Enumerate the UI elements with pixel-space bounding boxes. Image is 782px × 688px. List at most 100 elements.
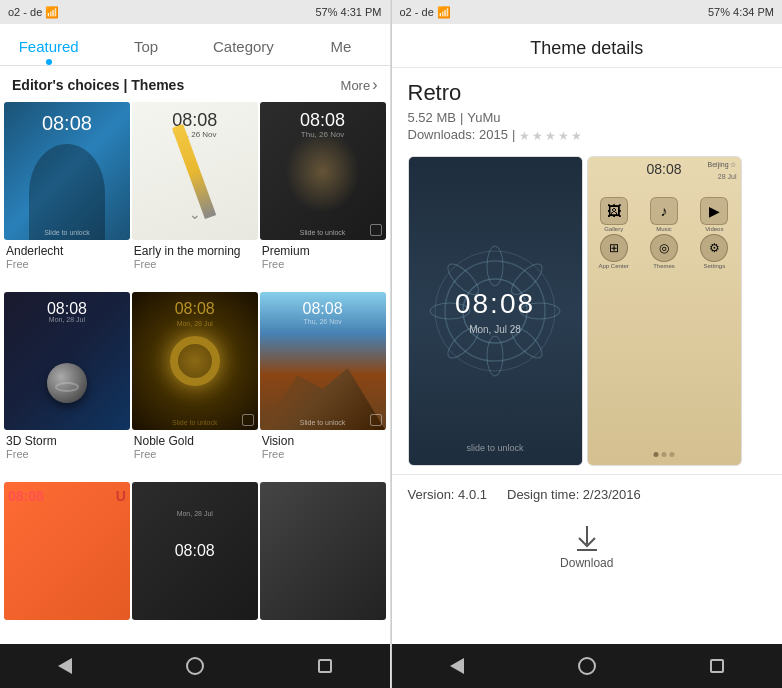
- homescreen-visual: 08:08 Beijing ☆ 28 Jul 🖼 Gallery ♪ Music: [588, 157, 741, 465]
- version-label: Version: 4.0.1: [408, 487, 488, 502]
- theme-name: Anderlecht: [4, 244, 130, 258]
- signal-icons-right: 📶: [437, 6, 451, 19]
- theme-name: Noble Gold: [132, 434, 258, 448]
- back-button-right[interactable]: [437, 651, 477, 681]
- home-icons: 🖼 Gallery ♪ Music ▶ Videos ⊞: [588, 195, 741, 271]
- icon-videos: ▶ Videos: [690, 197, 738, 232]
- list-item[interactable]: 08:08 U: [4, 482, 130, 644]
- tab-featured[interactable]: Featured: [0, 24, 97, 65]
- list-item[interactable]: 08:08 Mon, 28 Jul 3D Storm Free: [4, 292, 130, 480]
- theme-price: Free: [132, 258, 258, 270]
- battery-right: 57%: [708, 6, 730, 18]
- bottom-nav-right: [392, 644, 783, 688]
- download-section: Download: [392, 514, 783, 586]
- carrier-left: o2 - de: [8, 6, 42, 18]
- theme-price: Free: [4, 448, 130, 460]
- time-right: 4:34 PM: [733, 6, 774, 18]
- signal-icons-left: 📶: [45, 6, 59, 19]
- home-button-right[interactable]: [567, 651, 607, 681]
- list-item[interactable]: 08:08 Thu, 26 Nov ⌄ Early in the morning…: [132, 102, 258, 290]
- back-icon-left: [58, 658, 72, 674]
- theme-downloads: Downloads: 2015: [408, 127, 508, 142]
- page-title: Theme details: [530, 38, 643, 58]
- back-icon-right: [450, 658, 464, 674]
- download-label: Download: [560, 556, 613, 570]
- recents-button-left[interactable]: [305, 651, 345, 681]
- theme-thumb-morning: 08:08 Thu, 26 Nov ⌄: [132, 102, 258, 240]
- download-button[interactable]: Download: [560, 522, 613, 570]
- person-image: [29, 144, 104, 241]
- list-item[interactable]: 08:08 Mon, 28 Jul: [132, 482, 258, 644]
- design-time-label: Design time: 2/23/2016: [507, 487, 641, 502]
- corner-icon: [370, 414, 382, 426]
- theme-meta: 5.52 MB | YuMu Downloads: 2015 | ★ ★ ★ ★…: [392, 110, 783, 148]
- theme-name: Premium: [260, 244, 386, 258]
- theme-thumb-noblegold: 08:08 Mon, 28 Jul Slide to unlock: [132, 292, 258, 430]
- section-header: Editor's choices | Themes More: [0, 66, 390, 102]
- theme-name: Early in the morning: [132, 244, 258, 258]
- home-time: 08:08: [646, 161, 681, 177]
- list-item[interactable]: 08:08 Thu, 26 Nov Slide to unlock Premiu…: [260, 102, 386, 290]
- theme-price: Free: [260, 448, 386, 460]
- theme-rating: ★ ★ ★ ★ ★: [519, 129, 583, 141]
- icon-gallery: 🖼 Gallery: [590, 197, 638, 232]
- battery-left: 57%: [316, 6, 338, 18]
- icon-settings: ⚙ Settings: [690, 234, 738, 269]
- ring-decoration: [55, 382, 79, 392]
- theme-thumb-anderlecht: 08:08 Slide to unlock: [4, 102, 130, 240]
- back-button-left[interactable]: [45, 651, 85, 681]
- detail-content: Retro 5.52 MB | YuMu Downloads: 2015 | ★…: [392, 68, 783, 644]
- corner-icon: [370, 224, 382, 236]
- list-item[interactable]: 08:08 Mon, 28 Jul Slide to unlock Noble …: [132, 292, 258, 480]
- icon-music: ♪ Music: [640, 197, 688, 232]
- theme-thumb-3dstorm: 08:08 Mon, 28 Jul: [4, 292, 130, 430]
- theme-thumb-vision: 08:08 Thu, 26 Nov Slide to unlock: [260, 292, 386, 430]
- recents-button-right[interactable]: [697, 651, 737, 681]
- theme-name-heading: Retro: [392, 68, 783, 110]
- page-dots: [654, 452, 675, 457]
- download-icon: [571, 522, 603, 554]
- tab-category[interactable]: Category: [195, 24, 292, 65]
- recents-icon-left: [318, 659, 332, 673]
- list-item[interactable]: [260, 482, 386, 644]
- status-bar-right: o2 - de 📶 57% 4:34 PM: [392, 0, 783, 24]
- home-button-left[interactable]: [175, 651, 215, 681]
- version-info: Version: 4.0.1 Design time: 2/23/2016: [392, 474, 783, 514]
- more-link[interactable]: More: [341, 76, 378, 94]
- preview-homescreen[interactable]: 08:08 Beijing ☆ 28 Jul 🖼 Gallery ♪ Music: [587, 156, 742, 466]
- theme-price: Free: [132, 448, 258, 460]
- retro-unlock-text: slide to unlock: [466, 443, 523, 453]
- home-date: 28 Jul: [718, 173, 737, 180]
- preview-lockscreen[interactable]: 08:08 Mon, Jul 28 slide to unlock: [408, 156, 583, 466]
- recents-icon-right: [710, 659, 724, 673]
- home-location: Beijing ☆: [708, 161, 737, 169]
- theme-thumb-b3: [260, 482, 386, 620]
- theme-price: Free: [4, 258, 130, 270]
- theme-thumb-b1: 08:08 U: [4, 482, 130, 620]
- theme-thumb-b2: 08:08 Mon, 28 Jul: [132, 482, 258, 620]
- list-item[interactable]: 08:08 Thu, 26 Nov Slide to unlock Vision…: [260, 292, 386, 480]
- section-title: Editor's choices | Themes: [12, 77, 184, 93]
- left-panel: o2 - de 📶 57% 4:31 PM Featured Top Categ…: [0, 0, 391, 688]
- theme-thumb-premium: 08:08 Thu, 26 Nov Slide to unlock: [260, 102, 386, 240]
- bottom-nav-left: [0, 644, 390, 688]
- tab-me[interactable]: Me: [292, 24, 389, 65]
- theme-name: Vision: [260, 434, 386, 448]
- theme-size: 5.52 MB: [408, 110, 456, 125]
- home-icon-right: [578, 657, 596, 675]
- detail-header: Theme details: [392, 24, 783, 68]
- lockscreen-visual: 08:08 Mon, Jul 28 slide to unlock: [409, 157, 582, 465]
- gold-ring: [170, 336, 220, 386]
- carrier-right: o2 - de: [400, 6, 434, 18]
- time-left: 4:31 PM: [341, 6, 382, 18]
- retro-date-display: Mon, Jul 28: [469, 324, 521, 335]
- right-panel: o2 - de 📶 57% 4:34 PM Theme details Retr…: [392, 0, 783, 688]
- list-item[interactable]: 08:08 Slide to unlock Anderlecht Free: [4, 102, 130, 290]
- icon-themes: ◎ Themes: [640, 234, 688, 269]
- home-icon-left: [186, 657, 204, 675]
- theme-name: 3D Storm: [4, 434, 130, 448]
- smoke-decoration: [285, 130, 361, 213]
- status-bar-left: o2 - de 📶 57% 4:31 PM: [0, 0, 390, 24]
- retro-clock-display: 08:08: [455, 288, 535, 320]
- tab-top[interactable]: Top: [97, 24, 194, 65]
